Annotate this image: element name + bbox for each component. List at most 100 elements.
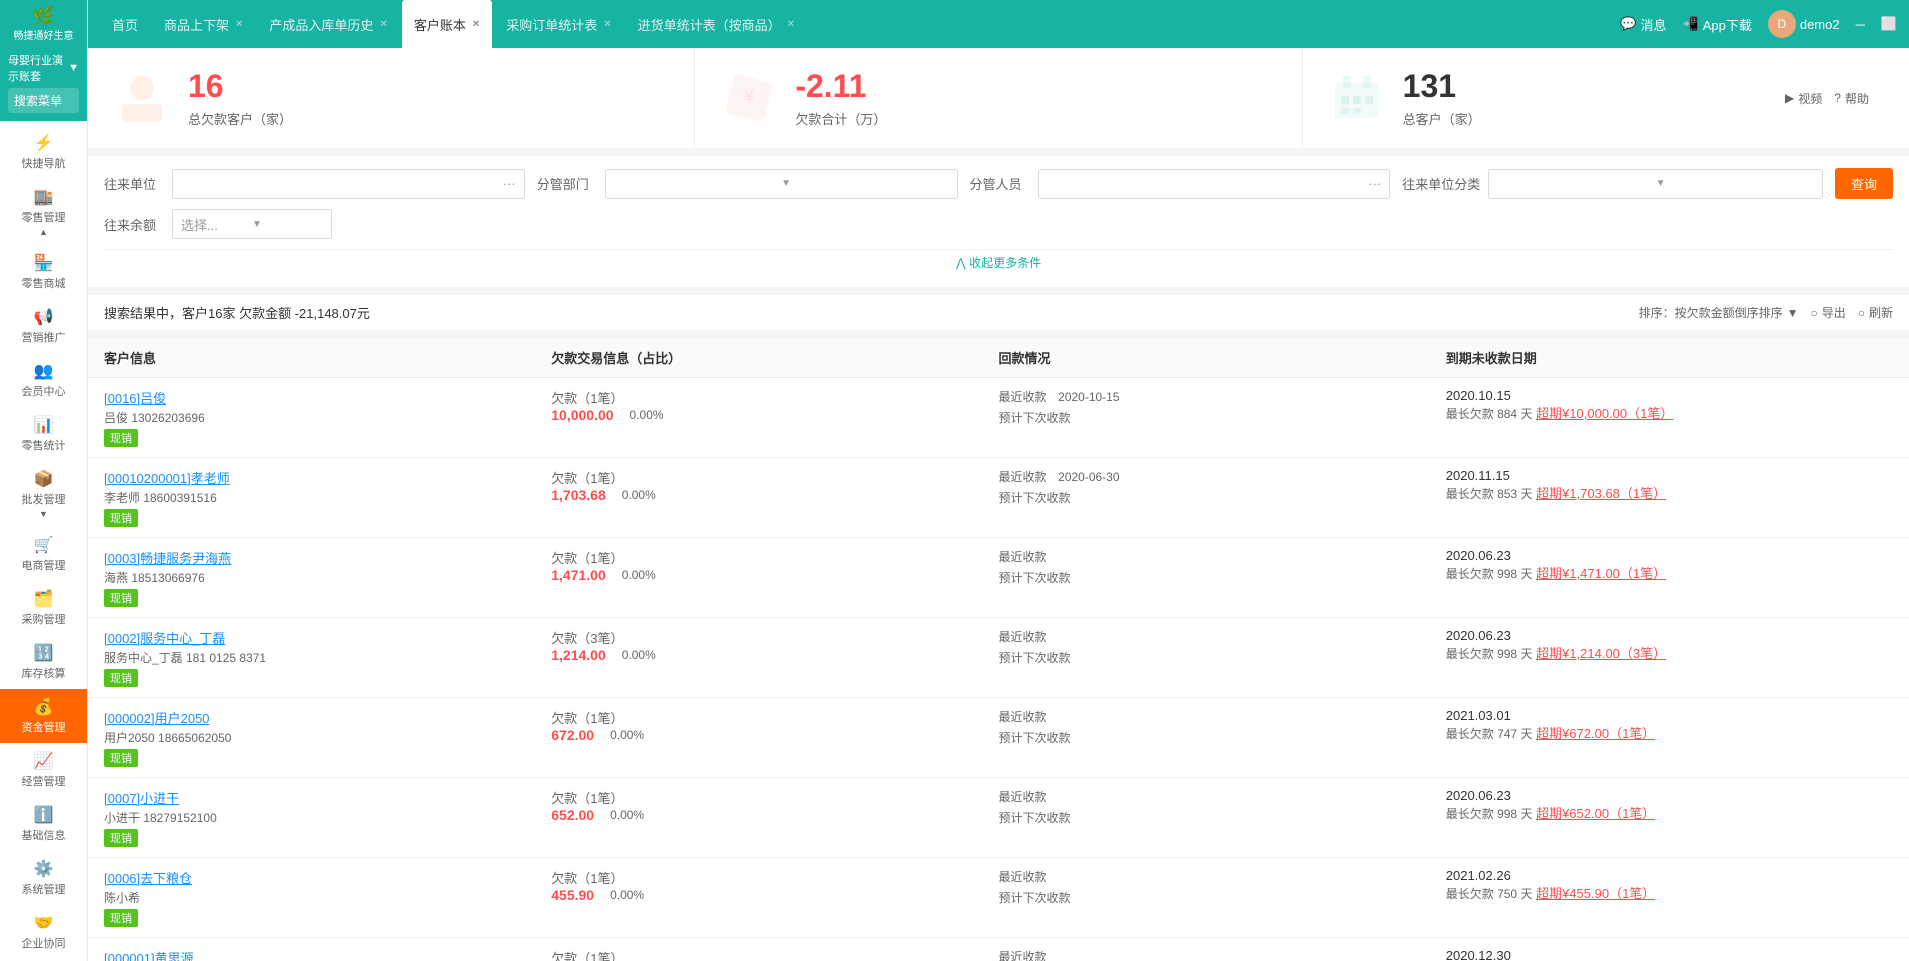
sidebar-item-quick-nav[interactable]: ⚡ 快捷导航	[0, 125, 87, 179]
window-minimize-button[interactable]: ─	[1856, 17, 1865, 32]
sidebar-item-batch-mgmt[interactable]: 📦 批发管理 ▼	[0, 461, 87, 527]
quick-nav-icon: ⚡	[34, 133, 54, 153]
sort-selector[interactable]: 排序：按欠款金额倒序排序 ▼	[1639, 304, 1799, 321]
customer-name-link[interactable]: [0007]小进干	[104, 788, 551, 807]
sidebar-item-purchase[interactable]: 🗂️ 采购管理	[0, 581, 87, 635]
marketing-label: 营销推广	[22, 329, 66, 345]
person-input[interactable]: ···	[1038, 169, 1391, 199]
debt-detail: 672.00 0.00%	[551, 727, 998, 743]
table-row: [0007]小进干 小进干 18279152100 现销 欠款（1笔） 652.…	[88, 778, 1909, 858]
due-date: 2020.12.30	[1446, 948, 1893, 961]
tab-product-history-close[interactable]: ✕	[379, 19, 387, 30]
table-row: [0003]畅捷服务尹海燕 海燕 18513066976 现销 欠款（1笔） 1…	[88, 538, 1909, 618]
help-button[interactable]: ? 帮助	[1834, 90, 1869, 107]
debt-detail: 1,214.00 0.00%	[551, 647, 998, 663]
recent-payment: 最近收款	[999, 948, 1446, 961]
sidebar-item-enterprise[interactable]: 🤝 企业协同	[0, 905, 87, 959]
sidebar-item-retail-stats[interactable]: 📊 零售统计	[0, 407, 87, 461]
overdue-info: 最长欠款 998 天 超期¥652.00（1笔）	[1446, 803, 1893, 822]
finance-icon: 💰	[34, 697, 54, 717]
user-profile[interactable]: D demo2	[1768, 10, 1840, 38]
debt-amount: 1,703.68	[551, 487, 606, 503]
customer-info-cell: [0006]去下粮仓 陈小希 现销	[104, 868, 551, 927]
customer-contact: 李老师 18600391516	[104, 489, 551, 506]
next-payment: 预计下次收款	[999, 729, 1446, 746]
sidebar-item-basic-info[interactable]: ℹ️ 基础信息	[0, 797, 87, 851]
overdue-link[interactable]: 超期¥1,703.68（1笔）	[1536, 486, 1666, 501]
sidebar-item-retail-mall[interactable]: 🏪 零售商城	[0, 245, 87, 299]
unit-type-select[interactable]: ▼	[1488, 169, 1823, 199]
message-button[interactable]: 💬 消息	[1620, 15, 1666, 34]
customer-name-link[interactable]: [0003]畅捷服务尹海燕	[104, 548, 551, 567]
from-unit-input[interactable]: ···	[172, 169, 525, 199]
overdue-link[interactable]: 超期¥1,214.00（3笔）	[1536, 646, 1666, 661]
customer-name-link[interactable]: [00010200001]孝老师	[104, 468, 551, 487]
overdue-link[interactable]: 超期¥672.00（1笔）	[1536, 726, 1655, 741]
app-download-button[interactable]: 📲 App下载	[1683, 15, 1752, 34]
search-button[interactable]: 查询	[1835, 168, 1893, 199]
view-video-button[interactable]: ▶ 视频	[1785, 90, 1822, 107]
next-payment: 预计下次收款	[999, 889, 1446, 906]
app-download-icon: 📲	[1683, 16, 1699, 32]
store-selector[interactable]: 母婴行业演示账套 ▼	[8, 52, 79, 84]
search-menu-button[interactable]: 搜索菜单	[8, 88, 79, 113]
sidebar-item-ecommerce[interactable]: 🛒 电商管理	[0, 527, 87, 581]
svg-text:¥: ¥	[743, 86, 756, 108]
customer-name-link[interactable]: [000002]用户2050	[104, 708, 551, 727]
logo-text: 畅捷通好生意	[14, 27, 74, 42]
customer-name-link[interactable]: [0002]服务中心_丁磊	[104, 628, 551, 647]
tab-purchase-stats[interactable]: 采购订单统计表 ✕	[494, 0, 623, 48]
tab-purchase-stats-close[interactable]: ✕	[603, 19, 611, 30]
tab-import-stats[interactable]: 进货单统计表（按商品） ✕	[626, 0, 807, 48]
tab-import-stats-close[interactable]: ✕	[787, 19, 795, 30]
sidebar-item-inventory[interactable]: 🔢 库存核算	[0, 635, 87, 689]
customer-tag: 现销	[104, 589, 138, 607]
refresh-button[interactable]: ○ 刷新	[1858, 304, 1893, 321]
debt-info-cell: 欠款（1笔） 429.00 0.00%	[551, 948, 998, 961]
person-label: 分管人员	[970, 174, 1030, 193]
balance-select[interactable]: 选择... ▼	[172, 209, 332, 239]
view-label: 视频	[1798, 90, 1822, 107]
sidebar-item-system[interactable]: ⚙️ 系统管理	[0, 851, 87, 905]
debt-count: 欠款（1笔）	[551, 548, 998, 567]
collapse-filter-button[interactable]: ⋀ 收起更多条件	[104, 249, 1893, 275]
overdue-link[interactable]: 超期¥652.00（1笔）	[1536, 806, 1655, 821]
window-maximize-button[interactable]: ⬜	[1881, 16, 1897, 32]
overdue-link[interactable]: 超期¥455.90（1笔）	[1536, 886, 1655, 901]
debt-detail: 10,000.00 0.00%	[551, 407, 998, 423]
customer-name-link[interactable]: [0016]吕俊	[104, 388, 551, 407]
due-date: 2020.06.23	[1446, 628, 1893, 643]
system-label: 系统管理	[22, 881, 66, 897]
payment-status-cell: 最近收款 预计下次收款	[999, 868, 1446, 906]
stat-total-customers-icon	[1327, 68, 1387, 128]
overdue-link[interactable]: 超期¥10,000.00（1笔）	[1536, 406, 1673, 421]
finance-label: 资金管理	[22, 719, 66, 735]
batch-mgmt-icon: 📦	[34, 469, 54, 489]
sidebar-item-retail-mgmt[interactable]: 🏬 零售管理 ▲	[0, 179, 87, 245]
stat-debt-customers-icon	[112, 68, 172, 128]
tab-home[interactable]: 首页	[100, 0, 150, 48]
sidebar-item-finance[interactable]: 💰 资金管理	[0, 689, 87, 743]
tab-product-shelf-label: 商品上下架	[164, 15, 229, 34]
balance-label: 往来余额	[104, 215, 164, 234]
customer-contact: 海燕 18513066976	[104, 569, 551, 586]
sidebar-item-member-center[interactable]: 👥 会员中心	[0, 353, 87, 407]
store-name: 母婴行业演示账套	[8, 52, 64, 84]
tab-product-shelf-close[interactable]: ✕	[235, 19, 243, 30]
tab-customer-account[interactable]: 客户账本 ✕	[402, 0, 492, 48]
sidebar-item-marketing[interactable]: 📢 营销推广	[0, 299, 87, 353]
message-icon: 💬	[1620, 16, 1636, 32]
due-date-cell: 2020.11.15 最长欠款 853 天 超期¥1,703.68（1笔）	[1446, 468, 1893, 502]
overdue-link[interactable]: 超期¥1,471.00（1笔）	[1536, 566, 1666, 581]
customer-name-link[interactable]: [000001]黄思源	[104, 948, 551, 961]
user-name: demo2	[1800, 17, 1840, 32]
sidebar-item-operations[interactable]: 📈 经营管理	[0, 743, 87, 797]
debt-amount: 10,000.00	[551, 407, 613, 423]
export-button[interactable]: ○ 导出	[1810, 304, 1845, 321]
dept-select[interactable]: ▼	[605, 169, 958, 199]
tab-import-stats-label: 进货单统计表（按商品）	[638, 15, 781, 34]
tab-product-shelf[interactable]: 商品上下架 ✕	[152, 0, 255, 48]
customer-name-link[interactable]: [0006]去下粮仓	[104, 868, 551, 887]
tab-product-history[interactable]: 产成品入库单历史 ✕	[257, 0, 399, 48]
tab-customer-account-close[interactable]: ✕	[472, 19, 480, 30]
